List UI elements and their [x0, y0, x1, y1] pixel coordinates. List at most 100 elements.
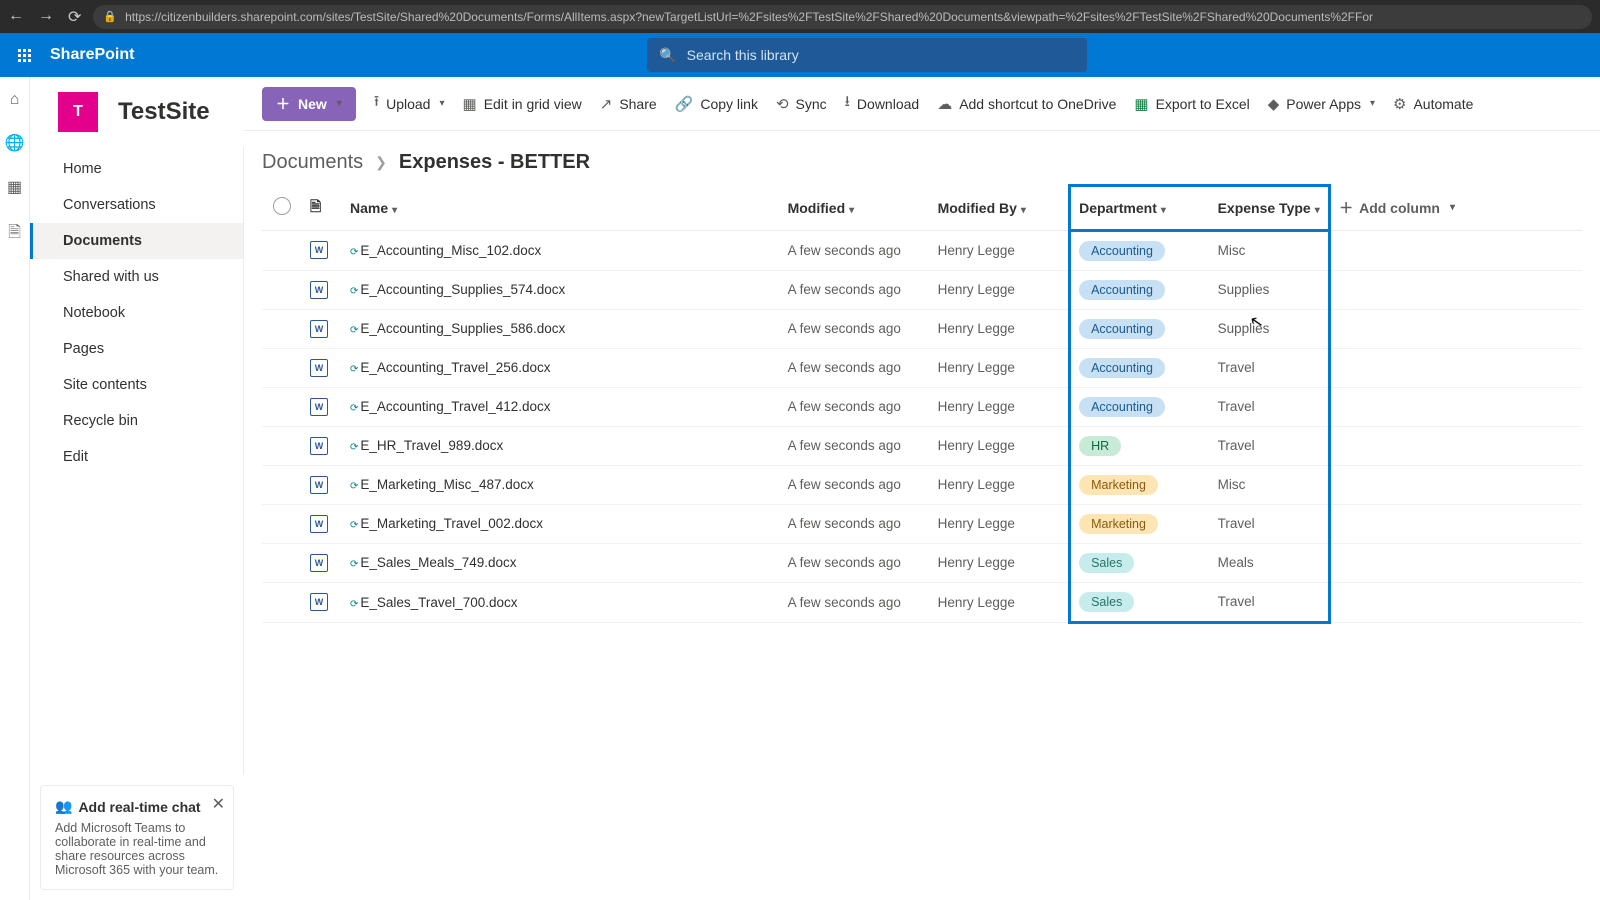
department-pill: Accounting — [1079, 241, 1165, 261]
add-column-header[interactable]: ＋Add column▾ — [1330, 186, 1582, 231]
copy-link-button[interactable]: 🔗Copy link — [675, 95, 758, 113]
empty-cell — [1330, 309, 1582, 348]
edit-grid-button[interactable]: ▦Edit in grid view — [463, 95, 582, 113]
expense-type-cell: Supplies — [1210, 309, 1330, 348]
nav-item-edit[interactable]: Edit — [30, 439, 243, 475]
table-row[interactable]: ⟳E_Sales_Meals_749.docxA few seconds ago… — [262, 543, 1582, 582]
sync-button[interactable]: ⟲Sync — [776, 95, 827, 113]
table-row[interactable]: ⟳E_Marketing_Misc_487.docxA few seconds … — [262, 465, 1582, 504]
department-pill: Marketing — [1079, 475, 1158, 495]
file-name-cell[interactable]: ⟳E_Accounting_Misc_102.docx — [342, 230, 780, 270]
row-select[interactable] — [262, 387, 302, 426]
new-label: New — [298, 96, 327, 112]
home-icon[interactable]: ⌂ — [10, 91, 20, 109]
upload-button[interactable]: ⭱Upload▾ — [374, 91, 445, 116]
word-icon — [310, 320, 328, 338]
nav-item-pages[interactable]: Pages — [30, 331, 243, 367]
file-name-cell[interactable]: ⟳E_Accounting_Supplies_574.docx — [342, 270, 780, 309]
upload-label: Upload — [386, 96, 430, 112]
empty-cell — [1330, 582, 1582, 622]
shortcut-label: Add shortcut to OneDrive — [959, 96, 1116, 112]
table-row[interactable]: ⟳E_Accounting_Travel_256.docxA few secon… — [262, 348, 1582, 387]
shortcut-button[interactable]: ☁Add shortcut to OneDrive — [937, 95, 1116, 113]
row-select[interactable] — [262, 543, 302, 582]
file-name-cell[interactable]: ⟳E_Accounting_Supplies_586.docx — [342, 309, 780, 348]
table-row[interactable]: ⟳E_Accounting_Misc_102.docxA few seconds… — [262, 230, 1582, 270]
power-apps-button[interactable]: ◆Power Apps▾ — [1268, 95, 1375, 113]
file-type-cell — [302, 504, 342, 543]
department-header[interactable]: Department▾ — [1070, 186, 1210, 231]
row-select[interactable] — [262, 504, 302, 543]
nav-item-notebook[interactable]: Notebook — [30, 295, 243, 331]
global-icon[interactable]: 🌐 — [5, 133, 25, 153]
file-type-cell — [302, 230, 342, 270]
export-excel-button[interactable]: ▦Export to Excel — [1134, 95, 1249, 113]
nav-item-home[interactable]: Home — [30, 151, 243, 187]
row-select[interactable] — [262, 582, 302, 622]
nav-item-documents[interactable]: Documents — [30, 223, 243, 259]
teams-icon: 👥 — [55, 798, 72, 815]
forward-icon[interactable]: → — [38, 7, 54, 27]
file-name-cell[interactable]: ⟳E_Sales_Meals_749.docx — [342, 543, 780, 582]
file-type-header[interactable]: 🗎 — [302, 186, 342, 231]
table-row[interactable]: ⟳E_Sales_Travel_700.docxA few seconds ag… — [262, 582, 1582, 622]
table-row[interactable]: ⟳E_Accounting_Travel_412.docxA few secon… — [262, 387, 1582, 426]
back-icon[interactable]: ← — [8, 7, 24, 27]
url-bar[interactable]: 🔒 https://citizenbuilders.sharepoint.com… — [93, 5, 1592, 29]
close-icon[interactable]: ✕ — [212, 794, 225, 814]
automate-button[interactable]: ⚙Automate — [1393, 95, 1473, 113]
modified-cell: A few seconds ago — [780, 270, 930, 309]
nav-item-shared-with-us[interactable]: Shared with us — [30, 259, 243, 295]
file-name-cell[interactable]: ⟳E_Marketing_Misc_487.docx — [342, 465, 780, 504]
nav-item-site-contents[interactable]: Site contents — [30, 367, 243, 403]
select-all-header[interactable] — [262, 186, 302, 231]
search-box[interactable]: 🔍 — [647, 38, 1087, 72]
department-pill: Sales — [1079, 553, 1134, 573]
file-type-cell — [302, 543, 342, 582]
site-logo[interactable]: T — [58, 92, 98, 132]
file-name-cell[interactable]: ⟳E_Accounting_Travel_412.docx — [342, 387, 780, 426]
download-button[interactable]: ⭳Download — [845, 91, 920, 116]
row-select[interactable] — [262, 426, 302, 465]
app-launcher-icon[interactable] — [0, 33, 48, 77]
table-row[interactable]: ⟳E_Accounting_Supplies_574.docxA few sec… — [262, 270, 1582, 309]
modified-by-header[interactable]: Modified By▾ — [930, 186, 1070, 231]
row-select[interactable] — [262, 230, 302, 270]
modified-by-cell: Henry Legge — [930, 230, 1070, 270]
automate-icon: ⚙ — [1393, 95, 1406, 113]
power-apps-label: Power Apps — [1286, 96, 1361, 112]
expense-type-header[interactable]: Expense Type▾ — [1210, 186, 1330, 231]
file-name-cell[interactable]: ⟳E_Sales_Travel_700.docx — [342, 582, 780, 622]
file-name-cell[interactable]: ⟳E_HR_Travel_989.docx — [342, 426, 780, 465]
breadcrumb-root[interactable]: Documents — [262, 151, 363, 174]
site-title[interactable]: TestSite — [118, 98, 210, 126]
row-select[interactable] — [262, 270, 302, 309]
modified-cell: A few seconds ago — [780, 543, 930, 582]
sync-status-icon: ⟳ — [350, 481, 358, 492]
share-button[interactable]: ↗Share — [600, 95, 657, 113]
row-select[interactable] — [262, 348, 302, 387]
file-type-cell — [302, 309, 342, 348]
list-icon[interactable]: ▦ — [7, 177, 22, 197]
table-row[interactable]: ⟳E_HR_Travel_989.docxA few seconds agoHe… — [262, 426, 1582, 465]
nav-item-conversations[interactable]: Conversations — [30, 187, 243, 223]
app-name[interactable]: SharePoint — [50, 46, 134, 64]
name-header[interactable]: Name▾ — [342, 186, 780, 231]
nav-item-recycle-bin[interactable]: Recycle bin — [30, 403, 243, 439]
files-icon[interactable]: 🗎 — [8, 221, 21, 248]
department-cell: Sales — [1070, 582, 1210, 622]
search-input[interactable] — [687, 47, 1076, 63]
modified-header[interactable]: Modified▾ — [780, 186, 930, 231]
row-select[interactable] — [262, 465, 302, 504]
reload-icon[interactable]: ⟳ — [68, 7, 81, 27]
file-name-cell[interactable]: ⟳E_Accounting_Travel_256.docx — [342, 348, 780, 387]
row-select[interactable] — [262, 309, 302, 348]
chevron-down-icon: ▾ — [849, 205, 854, 216]
chevron-down-icon: ▾ — [1450, 202, 1455, 213]
file-name-cell[interactable]: ⟳E_Marketing_Travel_002.docx — [342, 504, 780, 543]
table-row[interactable]: ⟳E_Accounting_Supplies_586.docxA few sec… — [262, 309, 1582, 348]
new-button[interactable]: ＋ New ▾ — [262, 87, 356, 121]
modified-by-cell: Henry Legge — [930, 582, 1070, 622]
expense-type-cell: Misc — [1210, 230, 1330, 270]
table-row[interactable]: ⟳E_Marketing_Travel_002.docxA few second… — [262, 504, 1582, 543]
